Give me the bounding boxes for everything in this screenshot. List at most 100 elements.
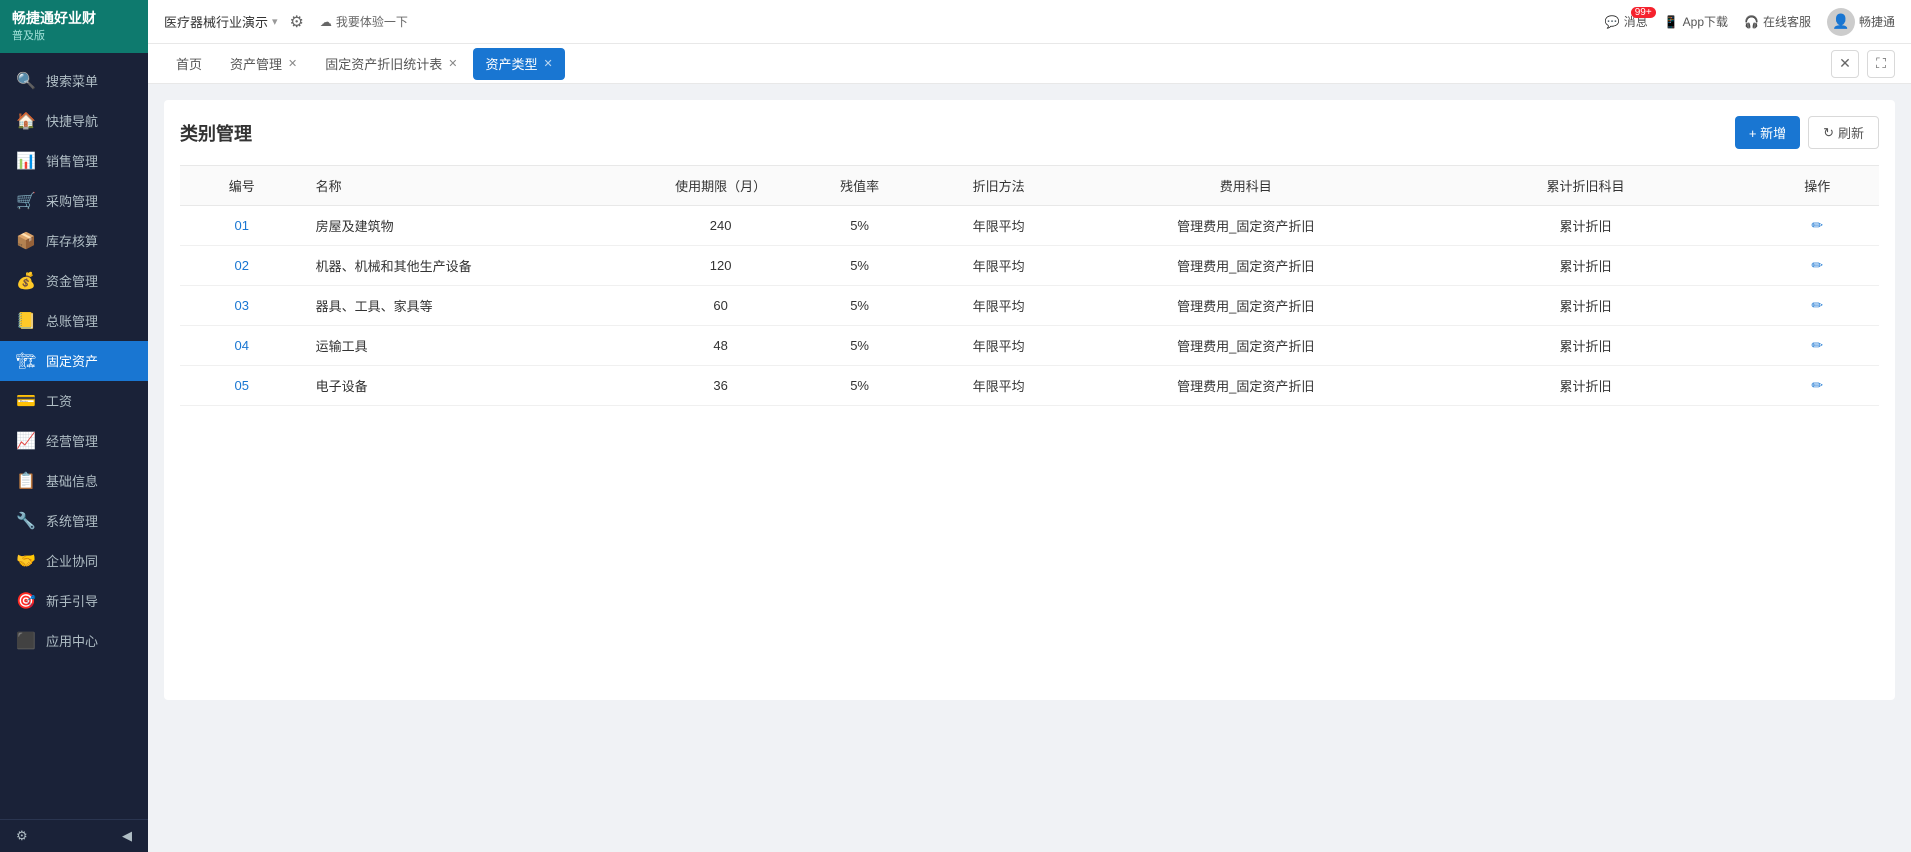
row-no-link[interactable]: 02	[235, 258, 249, 273]
row-no-link[interactable]: 04	[235, 338, 249, 353]
cell-method: 年限平均	[921, 286, 1075, 326]
refresh-button[interactable]: ↻ 刷新	[1808, 116, 1879, 149]
customer-service-label: 在线客服	[1763, 13, 1811, 30]
sidebar-logo-text: 畅捷通好业财	[12, 10, 96, 27]
user-icon: 👤	[1832, 13, 1849, 30]
tab-asset-mgmt[interactable]: 资产管理 ✕	[218, 48, 309, 80]
row-no-link[interactable]: 03	[235, 298, 249, 313]
table-row: 04 运输工具 48 5% 年限平均 管理费用_固定资产折旧 累计折旧 ✏	[180, 326, 1879, 366]
col-header-no: 编号	[180, 166, 304, 206]
row-no-link[interactable]: 01	[235, 218, 249, 233]
collapse-icon[interactable]: ◀	[122, 828, 132, 844]
cell-expense: 管理费用_固定资产折旧	[1076, 366, 1416, 406]
nav-icon-fixed-assets: 🏗	[16, 351, 36, 371]
tabs-bar: 首页 资产管理 ✕ 固定资产折旧统计表 ✕ 资产类型 ✕ ✕ ⛶	[148, 44, 1911, 84]
edit-icon[interactable]: ✏	[1811, 377, 1823, 393]
close-icon[interactable]: ✕	[288, 57, 297, 70]
nav-icon-purchase: 🛒	[16, 191, 36, 211]
sidebar-item-operations[interactable]: 📈经营管理	[0, 421, 148, 461]
user-menu[interactable]: 👤 畅捷通	[1827, 8, 1895, 36]
sidebar-item-basic-info[interactable]: 📋基础信息	[0, 461, 148, 501]
sidebar-item-purchase[interactable]: 🛒采购管理	[0, 181, 148, 221]
sidebar-item-funds[interactable]: 💰资金管理	[0, 261, 148, 301]
edit-icon[interactable]: ✏	[1811, 217, 1823, 233]
cell-depreciation: 累计折旧	[1416, 326, 1756, 366]
nav-label-ledger: 总账管理	[46, 311, 98, 330]
tab-home[interactable]: 首页	[164, 48, 214, 80]
cloud-icon: ☁	[320, 15, 332, 29]
refresh-icon: ↻	[1823, 125, 1834, 141]
asset-type-tab-label: 资产类型	[485, 54, 537, 73]
sidebar-item-inventory[interactable]: 📦 库存核算	[0, 221, 148, 261]
close-icon[interactable]: ✕	[448, 57, 457, 70]
nav-label-newbie: 新手引导	[46, 591, 98, 610]
topbar-right: 💬 消息 99 📱 App下载 🎧 在线客服 👤 畅捷通	[1605, 8, 1895, 36]
cell-depreciation: 累计折旧	[1416, 206, 1756, 246]
table-row: 02 机器、机械和其他生产设备 120 5% 年限平均 管理费用_固定资产折旧 …	[180, 246, 1879, 286]
user-label: 畅捷通	[1859, 13, 1895, 30]
col-header-action: 操作	[1755, 166, 1879, 206]
experience-button[interactable]: ☁ 我要体验一下	[320, 13, 408, 30]
nav-icon-salary: 💳	[16, 391, 36, 411]
mobile-icon: 📱	[1664, 15, 1679, 29]
cell-no: 01	[180, 206, 304, 246]
edit-icon[interactable]: ✏	[1811, 297, 1823, 313]
edit-icon[interactable]: ✏	[1811, 257, 1823, 273]
chevron-down-icon: ▾	[272, 15, 278, 28]
nav-label-sales: 销售管理	[46, 151, 98, 170]
tab-fixed-asset-table[interactable]: 固定资产折旧统计表 ✕	[313, 48, 469, 80]
cell-method: 年限平均	[921, 366, 1075, 406]
expand-tab-button[interactable]: ⛶	[1867, 50, 1895, 78]
header-actions: + 新增 ↻ 刷新	[1735, 116, 1879, 149]
sidebar-item-sales[interactable]: 📊销售管理	[0, 141, 148, 181]
sidebar-item-ledger[interactable]: 📒总账管理	[0, 301, 148, 341]
app-download-button[interactable]: 📱 App下载	[1664, 13, 1728, 30]
sidebar-nav: 🔍搜索菜单🏠快捷导航📊销售管理🛒采购管理 📦 库存核算 💰资金管理📒总账管理 🏗 固定资产…	[0, 53, 148, 819]
sidebar-item-system[interactable]: 🔧系统管理	[0, 501, 148, 541]
sidebar-item-newbie[interactable]: 🎯新手引导	[0, 581, 148, 621]
sidebar-item-quick-nav[interactable]: 🏠快捷导航	[0, 101, 148, 141]
cell-action: ✏	[1755, 206, 1879, 246]
nav-label-search: 搜索菜单	[46, 71, 98, 90]
cell-name: 电子设备	[304, 366, 644, 406]
customer-service-button[interactable]: 🎧 在线客服	[1744, 13, 1811, 30]
headset-icon: 🎧	[1744, 15, 1759, 29]
table-header-row: 编号 名称 使用期限（月） 残值率 折旧方法 费用科目 累计折旧科目 操作	[180, 166, 1879, 206]
nav-label-system: 系统管理	[46, 511, 98, 530]
company-name: 医疗器械行业演示	[164, 12, 268, 31]
cell-rate: 5%	[798, 246, 922, 286]
sidebar-item-search[interactable]: 🔍搜索菜单	[0, 61, 148, 101]
sidebar-item-salary[interactable]: 💳 工资	[0, 381, 148, 421]
gear-icon[interactable]: ⚙	[290, 12, 304, 32]
tab-asset-type[interactable]: 资产类型 ✕	[473, 48, 564, 80]
cell-depreciation: 累计折旧	[1416, 246, 1756, 286]
nav-label-inventory: 库存核算	[46, 231, 98, 250]
nav-label-fixed-assets: 固定资产	[46, 351, 98, 370]
settings-icon[interactable]: ⚙	[16, 828, 28, 844]
nav-label-salary: 工资	[46, 391, 72, 410]
edit-icon[interactable]: ✏	[1811, 337, 1823, 353]
sidebar-item-fixed-assets[interactable]: 🏗 固定资产	[0, 341, 148, 381]
close-tab-button[interactable]: ✕	[1831, 50, 1859, 78]
cell-rate: 5%	[798, 286, 922, 326]
nav-icon-quick-nav: 🏠	[16, 111, 36, 131]
company-selector[interactable]: 医疗器械行业演示 ▾	[164, 12, 278, 31]
close-icon[interactable]: ✕	[544, 57, 553, 70]
message-button[interactable]: 💬 消息 99	[1605, 13, 1648, 30]
new-button[interactable]: + 新增	[1735, 116, 1800, 149]
cell-period: 240	[643, 206, 797, 246]
nav-label-funds: 资金管理	[46, 271, 98, 290]
row-no-link[interactable]: 05	[235, 378, 249, 393]
nav-icon-basic-info: 📋	[16, 471, 36, 491]
cell-method: 年限平均	[921, 206, 1075, 246]
cell-no: 02	[180, 246, 304, 286]
sidebar-item-app-center[interactable]: ⬛应用中心	[0, 621, 148, 661]
sidebar-item-enterprise[interactable]: 🤝企业协同	[0, 541, 148, 581]
col-header-depreciation: 累计折旧科目	[1416, 166, 1756, 206]
table-row: 05 电子设备 36 5% 年限平均 管理费用_固定资产折旧 累计折旧 ✏	[180, 366, 1879, 406]
message-badge: 99	[1631, 7, 1656, 18]
sidebar: 畅捷通好业财 普及版 🔍搜索菜单🏠快捷导航📊销售管理🛒采购管理 📦 库存核算 💰资金管…	[0, 0, 148, 852]
cell-expense: 管理费用_固定资产折旧	[1076, 326, 1416, 366]
nav-icon-inventory: 📦	[16, 231, 36, 251]
sidebar-header[interactable]: 畅捷通好业财 普及版	[0, 0, 148, 53]
